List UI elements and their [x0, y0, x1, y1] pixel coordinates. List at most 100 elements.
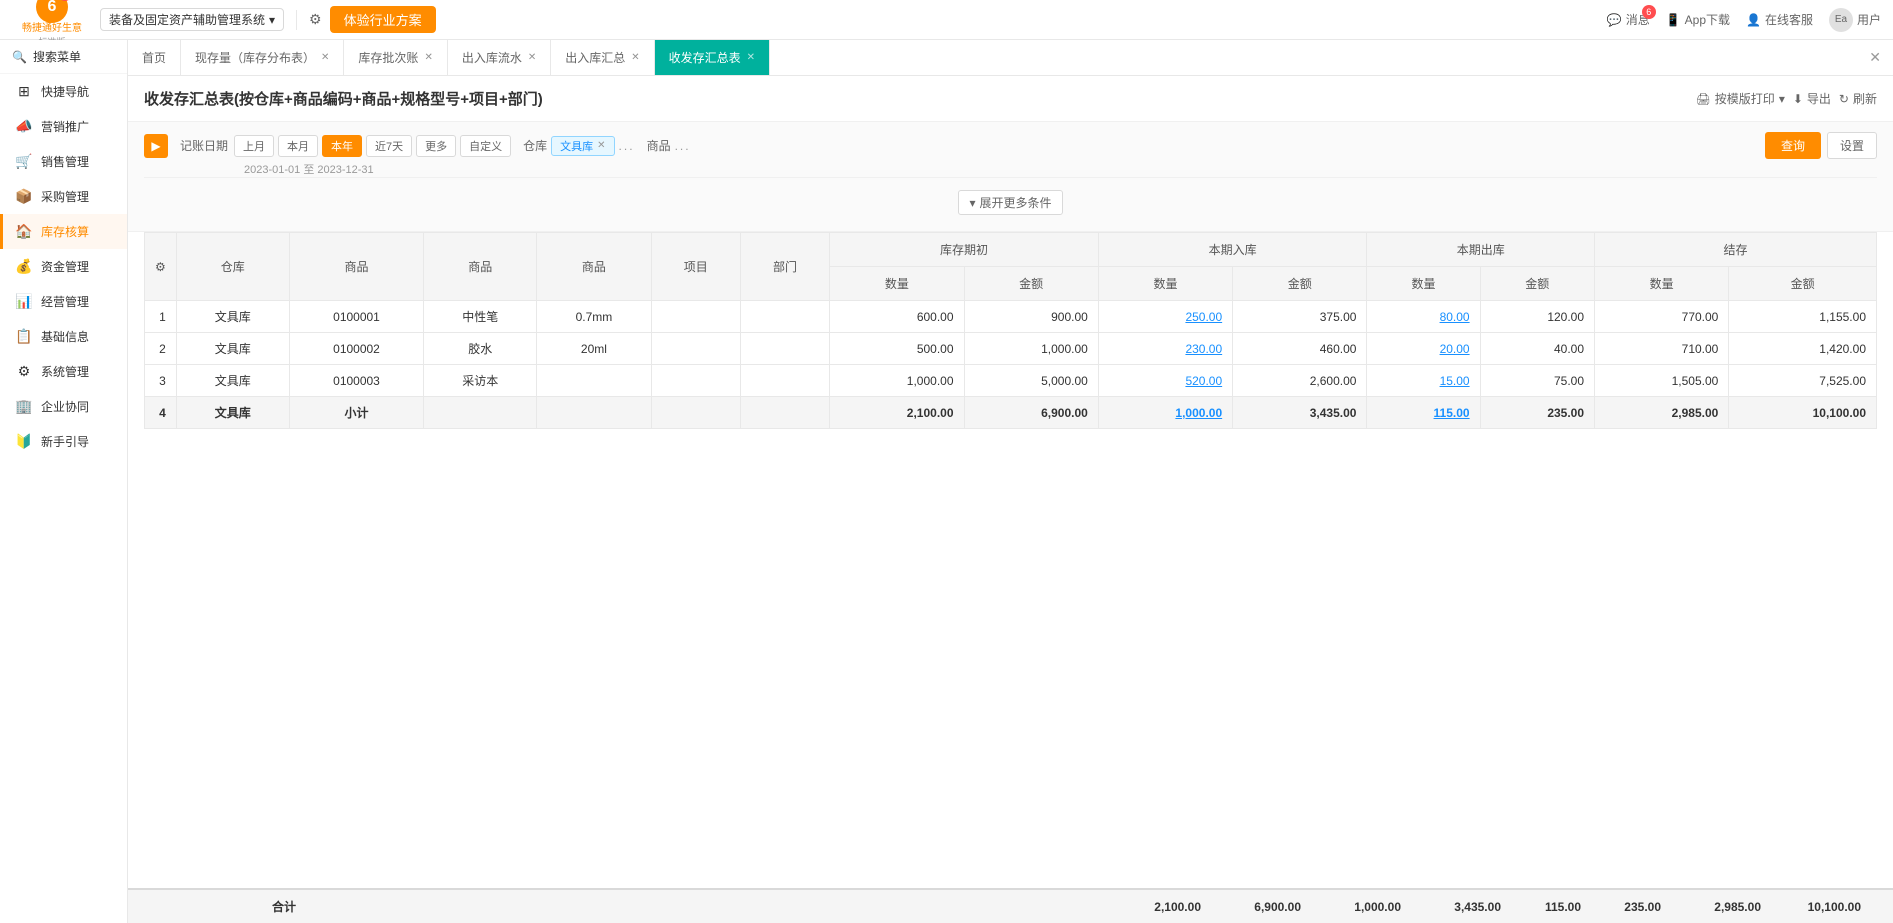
query-button[interactable]: 查询 — [1765, 132, 1821, 159]
sidebar-item-purchase[interactable]: 📦 采购管理 — [0, 179, 127, 214]
sidebar-item-finance[interactable]: 💰 资金管理 — [0, 249, 127, 284]
th-in-qty: 数量 — [1098, 267, 1232, 301]
sidebar-label-finance: 资金管理 — [41, 258, 89, 275]
expand-label: 展开更多条件 — [980, 194, 1052, 211]
sidebar-item-operations[interactable]: 📊 经营管理 — [0, 284, 127, 319]
th-warehouse: 仓库 — [176, 233, 289, 301]
goods-dots[interactable]: ... — [675, 139, 691, 153]
row2-in-amt: 460.00 — [1233, 333, 1367, 365]
sidebar-item-inventory[interactable]: 🏠 库存核算 — [0, 214, 127, 249]
table-row: 1 文具库 0100001 中性笔 0.7mm 600.00 900.00 25… — [145, 301, 1877, 333]
row2-warehouse: 文具库 — [176, 333, 289, 365]
sidebar-item-marketing[interactable]: 📣 营销推广 — [0, 109, 127, 144]
app-download-label: App下载 — [1685, 11, 1730, 28]
th-project: 项目 — [651, 233, 740, 301]
export-btn[interactable]: ⬇ 导出 — [1793, 90, 1831, 107]
th-open-qty: 数量 — [830, 267, 964, 301]
row2-open-amt: 1,000.00 — [964, 333, 1098, 365]
table-header-row-1: ⚙ 仓库 商品 商品 商品 项目 部门 库存期初 本期入库 本期出库 结存 — [145, 233, 1877, 267]
date-btn-7days[interactable]: 近7天 — [366, 135, 412, 157]
search-icon: 🔍 — [12, 50, 27, 64]
operations-icon: 📊 — [15, 293, 33, 310]
date-label: 记账日期 — [180, 137, 228, 154]
date-btn-more[interactable]: 更多 — [416, 135, 456, 157]
footer-out-amt: 235.00 — [1597, 900, 1677, 914]
th-settings[interactable]: ⚙ — [145, 233, 177, 301]
main-area: 🔍 搜索菜单 ⊞ 快捷导航 📣 营销推广 🛒 销售管理 📦 采购管理 🏠 — [0, 40, 1893, 923]
sidebar-item-enterprise[interactable]: 🏢 企业协同 — [0, 389, 127, 424]
footer-numbers: 2,100.00 6,900.00 1,000.00 3,435.00 115.… — [424, 900, 1877, 914]
tab-stock-dist-close[interactable]: ✕ — [321, 52, 329, 63]
tab-recv-send-label: 收发存汇总表 — [669, 49, 741, 66]
date-range-text: 2023-01-01 至 2023-12-31 — [244, 164, 374, 176]
sidebar-label-operations: 经营管理 — [41, 293, 89, 310]
filter-toggle-btn[interactable]: ▶ — [144, 134, 168, 158]
sidebar-item-quick-nav[interactable]: ⊞ 快捷导航 — [0, 74, 127, 109]
expand-button[interactable]: ▾ 展开更多条件 — [958, 190, 1062, 215]
tab-stock-dist[interactable]: 现存量（库存分布表） ✕ — [181, 40, 344, 75]
sidebar-search[interactable]: 🔍 搜索菜单 — [0, 40, 127, 74]
tab-out-summary[interactable]: 出入库汇总 ✕ — [551, 40, 654, 75]
finance-icon: 💰 — [15, 258, 33, 275]
row3-num: 3 — [145, 365, 177, 397]
tab-flow[interactable]: 出入库流水 ✕ — [448, 40, 551, 75]
row2-in-qty[interactable]: 230.00 — [1098, 333, 1232, 365]
message-btn[interactable]: 💬 消息 6 — [1607, 11, 1650, 28]
row1-in-qty[interactable]: 250.00 — [1098, 301, 1232, 333]
subtotal-open-qty: 2,100.00 — [830, 397, 964, 429]
subtotal-in-qty[interactable]: 1,000.00 — [1098, 397, 1232, 429]
row1-spec: 0.7mm — [537, 301, 651, 333]
date-btn-last-month[interactable]: 上月 — [234, 135, 274, 157]
sidebar-item-sales[interactable]: 🛒 销售管理 — [0, 144, 127, 179]
settings-icon-area[interactable]: ⚙ — [309, 11, 322, 28]
content-area: 首页 现存量（库存分布表） ✕ 库存批次账 ✕ 出入库流水 ✕ 出入库汇总 ✕ — [128, 40, 1893, 923]
tab-batch[interactable]: 库存批次账 ✕ — [344, 40, 447, 75]
warehouse-label: 仓库 — [523, 137, 547, 154]
row3-out-qty[interactable]: 15.00 — [1367, 365, 1480, 397]
subtotal-label: 小计 — [289, 397, 423, 429]
row3-name: 采访本 — [424, 365, 537, 397]
print-icon: 🖨 — [1696, 92, 1711, 106]
tab-home[interactable]: 首页 — [128, 40, 181, 75]
expand-row: ▾ 展开更多条件 — [144, 177, 1877, 221]
tab-recv-send[interactable]: 收发存汇总表 ✕ — [655, 40, 770, 75]
app-download-btn[interactable]: 📱 App下载 — [1666, 11, 1730, 28]
trial-button[interactable]: 体验行业方案 — [330, 6, 436, 33]
refresh-btn[interactable]: ↻ 刷新 — [1839, 90, 1877, 107]
sidebar-label-quick-nav: 快捷导航 — [41, 83, 89, 100]
user-menu[interactable]: Ea 用户 — [1829, 8, 1881, 32]
date-btn-custom[interactable]: 自定义 — [460, 135, 511, 157]
service-label: 在线客服 — [1765, 11, 1813, 28]
sidebar-item-basic-info[interactable]: 📋 基础信息 — [0, 319, 127, 354]
row2-bal-amt: 1,420.00 — [1729, 333, 1877, 365]
date-btn-this-year[interactable]: 本年 — [322, 135, 362, 157]
subtotal-num: 4 — [145, 397, 177, 429]
tab-batch-close[interactable]: ✕ — [424, 52, 432, 63]
date-btn-this-month[interactable]: 本月 — [278, 135, 318, 157]
row1-out-qty[interactable]: 80.00 — [1367, 301, 1480, 333]
subtotal-out-qty[interactable]: 115.00 — [1367, 397, 1480, 429]
page-header: 收发存汇总表(按仓库+商品编码+商品+规格型号+项目+部门) 🖨 按模版打印 ▾… — [128, 76, 1893, 122]
tab-out-summary-close[interactable]: ✕ — [631, 52, 639, 63]
row1-bal-qty: 770.00 — [1595, 301, 1729, 333]
tab-flow-close[interactable]: ✕ — [528, 52, 536, 63]
sidebar-label-basic-info: 基础信息 — [41, 328, 89, 345]
subtotal-warehouse: 文具库 — [176, 397, 289, 429]
th-bal-qty: 数量 — [1595, 267, 1729, 301]
online-service-btn[interactable]: 👤 在线客服 — [1746, 11, 1813, 28]
warehouse-tag-close[interactable]: ✕ — [597, 140, 605, 151]
row3-code: 0100003 — [289, 365, 423, 397]
row3-in-qty[interactable]: 520.00 — [1098, 365, 1232, 397]
sidebar-item-guide[interactable]: 🔰 新手引导 — [0, 424, 127, 459]
row2-out-qty[interactable]: 20.00 — [1367, 333, 1480, 365]
settings-button[interactable]: 设置 — [1827, 132, 1877, 159]
refresh-label: 刷新 — [1853, 90, 1877, 107]
sidebar-item-system[interactable]: ⚙ 系统管理 — [0, 354, 127, 389]
print-btn[interactable]: 🖨 按模版打印 ▾ — [1696, 90, 1785, 107]
warehouse-dots[interactable]: ... — [619, 139, 635, 153]
tab-bar-close[interactable]: ✕ — [1857, 49, 1893, 66]
row1-num: 1 — [145, 301, 177, 333]
footer-bal-qty: 2,985.00 — [1677, 900, 1777, 914]
system-select[interactable]: 装备及固定资产辅助管理系统 ▾ — [100, 8, 284, 31]
tab-recv-send-close[interactable]: ✕ — [747, 52, 755, 63]
